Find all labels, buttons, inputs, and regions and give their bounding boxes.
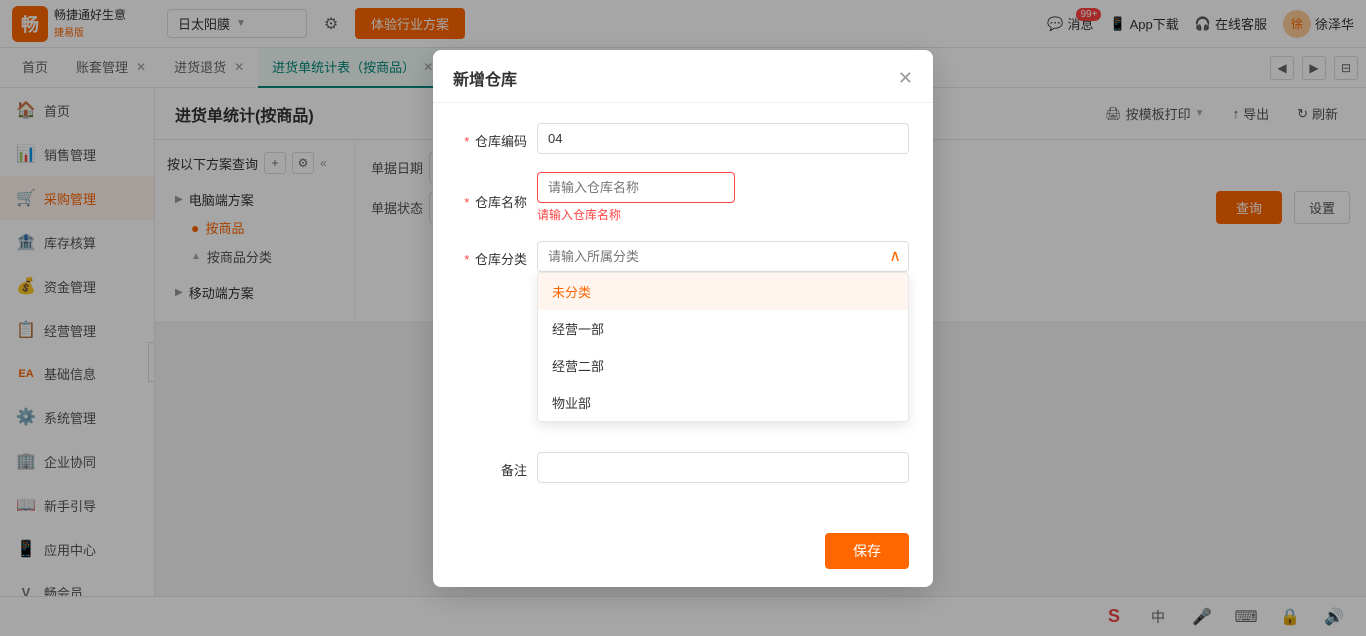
code-row: * 仓库编码 (457, 123, 909, 154)
dialog-footer: 保存 (433, 521, 933, 587)
category-control: ∧ (537, 241, 909, 272)
category-row: * 仓库分类 ∧ 未分类 经营一部 经营二部 (457, 241, 909, 272)
name-input[interactable] (537, 172, 735, 203)
dropdown-item-uncategorized[interactable]: 未分类 (538, 273, 908, 310)
category-required-star: * (464, 252, 469, 267)
name-row-inner: * 仓库名称 请输入仓库名称 (457, 172, 735, 223)
note-label: 备注 (457, 452, 537, 479)
modal-overlay[interactable]: 新增仓库 ✕ * 仓库编码 * 仓库名称 (0, 0, 1366, 636)
save-button[interactable]: 保存 (825, 533, 909, 569)
note-control (537, 452, 909, 483)
note-row: 备注 (457, 452, 909, 483)
dialog-body: * 仓库编码 * 仓库名称 请输入仓库名称 (433, 103, 933, 521)
dialog-close-button[interactable]: ✕ (898, 69, 913, 87)
dropdown-item-dept2[interactable]: 经营二部 (538, 347, 908, 384)
add-warehouse-dialog: 新增仓库 ✕ * 仓库编码 * 仓库名称 (433, 50, 933, 587)
dropdown-item-property[interactable]: 物业部 (538, 384, 908, 421)
dropdown-item-dept1[interactable]: 经营一部 (538, 310, 908, 347)
note-input[interactable] (537, 452, 909, 483)
code-required-star: * (464, 134, 469, 149)
category-input[interactable] (537, 241, 909, 272)
name-error-message: 请输入仓库名称 (537, 206, 735, 223)
code-input[interactable] (537, 123, 909, 154)
name-required-star: * (464, 195, 469, 210)
code-label: * 仓库编码 (457, 123, 537, 150)
category-dropdown: 未分类 经营一部 经营二部 物业部 (537, 272, 909, 422)
name-label: * 仓库名称 (457, 184, 537, 211)
name-row: * 仓库名称 请输入仓库名称 (457, 172, 909, 223)
category-toggle-icon[interactable]: ∧ (889, 246, 901, 266)
code-control (537, 123, 909, 154)
dialog-title: 新增仓库 (453, 66, 517, 90)
name-control: 请输入仓库名称 (537, 172, 735, 223)
category-label: * 仓库分类 (457, 241, 537, 268)
dialog-header: 新增仓库 ✕ (433, 50, 933, 103)
